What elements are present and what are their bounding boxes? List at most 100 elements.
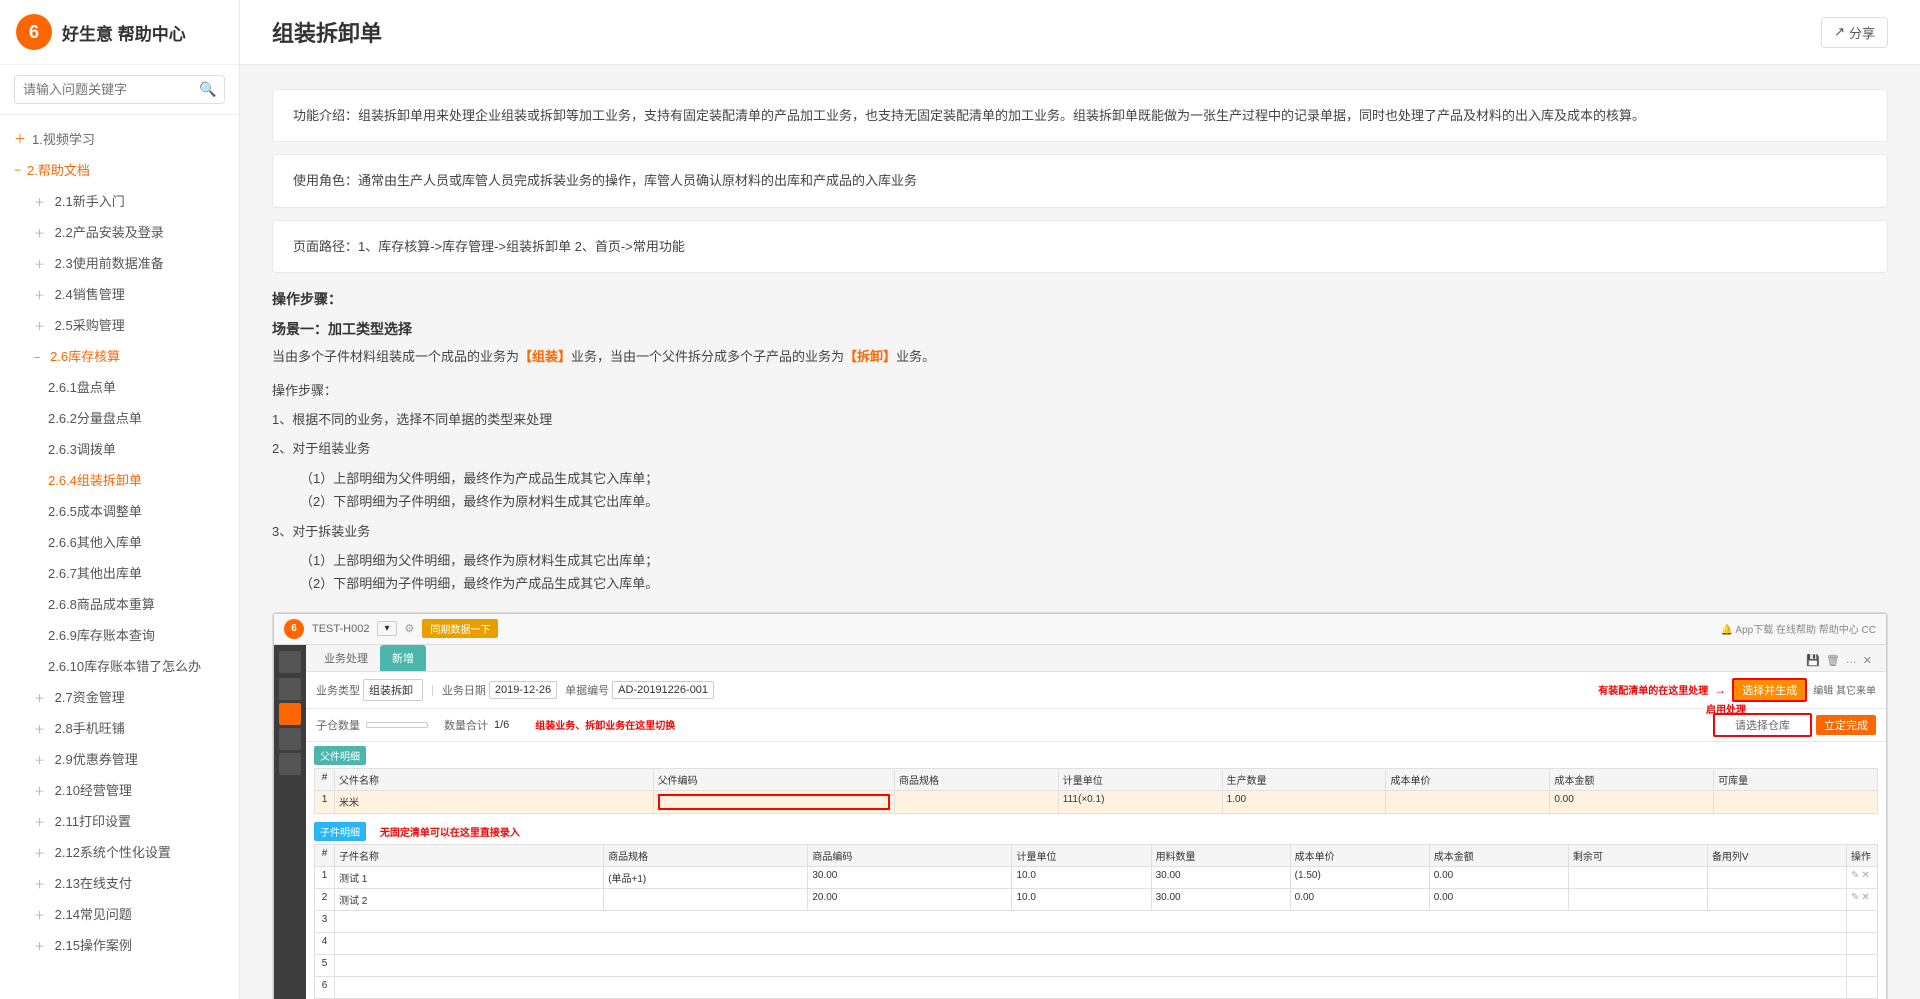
app-sync-icon: ⚙ xyxy=(405,622,415,635)
app-sidebar-icon-1 xyxy=(279,651,301,673)
sidebar-item-2-6-9[interactable]: 2.6.9库存账本查询 xyxy=(0,619,239,650)
form-date-value[interactable]: 2019-12-26 xyxy=(489,681,557,699)
app-tabs: 业务处理 新增 💾 🗑 … ✕ xyxy=(306,645,1886,672)
sidebar-item-2-13[interactable]: ＋ 2.13在线支付 xyxy=(0,867,239,898)
sub-cell-name-1: 测试 1 xyxy=(335,867,604,888)
sidebar-item-2-7[interactable]: ＋ 2.7资金管理 xyxy=(0,681,239,712)
store-select[interactable]: 请选择仓库 xyxy=(1713,713,1812,737)
sidebar-item-2-9[interactable]: ＋ 2.9优惠券管理 xyxy=(0,743,239,774)
sidebar-item-2-6-1[interactable]: 2.6.1盘点单 xyxy=(0,371,239,402)
sidebar-item-2-3[interactable]: ＋ 2.3使用前数据准备 xyxy=(0,247,239,278)
intro-text-2: 使用角色：通常由生产人员或库管人员完成拆装业务的操作，库管人员确认原材料的出库和… xyxy=(293,173,917,188)
minus-icon: − xyxy=(14,163,21,177)
cell-cost-u xyxy=(1386,791,1550,813)
logo-icon: 6 xyxy=(16,14,52,50)
form-type-value[interactable]: 组装拆卸 xyxy=(363,679,423,701)
label-2-9: 2.9优惠券管理 xyxy=(55,752,138,767)
sidebar-item-2-6[interactable]: − 2.6库存核算 xyxy=(0,340,239,371)
search-icon[interactable]: 🔍 xyxy=(199,81,216,98)
app-sidebar-icon-3 xyxy=(279,728,301,750)
sidebar-label-1: 1.视频学习 xyxy=(32,129,95,148)
sidebar-item-2-15[interactable]: ＋ 2.15操作案例 xyxy=(0,929,239,960)
label-2-13: 2.13在线支付 xyxy=(55,876,132,891)
app-body: 业务处理 新增 💾 🗑 … ✕ xyxy=(274,645,1886,999)
main-area: 组装拆卸单 ↗ 分享 功能介绍：组装拆卸单用来处理企业组装或拆卸等加工业务，支持… xyxy=(240,0,1920,999)
col-cost-unit: 成本单价 xyxy=(1386,769,1550,790)
intro-text-1: 功能介绍：组装拆卸单用来处理企业组装或拆卸等加工业务，支持有固定装配清单的产品加… xyxy=(293,108,1645,123)
plus-icon-2-11: ＋ xyxy=(34,817,45,829)
sub-cell-remain-2 xyxy=(1569,889,1708,910)
chevron-icon: ＋ xyxy=(14,130,26,147)
sidebar-item-2-6-10[interactable]: 2.6.10库存账本错了怎么办 xyxy=(0,650,239,681)
sub-row-3: 3 xyxy=(314,911,1878,933)
screenshot-container: 6 TEST-H002 ▾ ⚙ 同期数据一下 🔔 App下载 在线帮助 帮助中心… xyxy=(272,612,1888,999)
sub-cell-costa-2: 0.00 xyxy=(1430,889,1569,910)
store-selector-area: 请选择仓库 立定完成 xyxy=(1713,713,1876,737)
tab-new[interactable]: 新增 xyxy=(380,645,426,671)
sub-cell-name-2: 测试 2 xyxy=(335,889,604,910)
sub-cell-num-4: 4 xyxy=(315,933,335,954)
annotation-arrow-1: → xyxy=(1714,683,1726,697)
share-label: 分享 xyxy=(1849,23,1875,42)
search-box[interactable]: 🔍 xyxy=(14,75,225,104)
cell-qty: 1.00 xyxy=(1223,791,1387,813)
annotation-label-4: 无固定清单可以在这里直接录入 xyxy=(380,828,520,839)
sidebar-item-2[interactable]: − 2.帮助文档 xyxy=(0,154,239,185)
sidebar-label-2: 2.帮助文档 xyxy=(27,160,90,179)
sidebar-item-2-5[interactable]: ＋ 2.5采购管理 xyxy=(0,309,239,340)
share-button[interactable]: ↗ 分享 xyxy=(1821,17,1888,48)
sidebar-item-2-4[interactable]: ＋ 2.4销售管理 xyxy=(0,278,239,309)
label-2-3: 2.3使用前数据准备 xyxy=(55,256,164,271)
sidebar-item-2-11[interactable]: ＋ 2.11打印设置 xyxy=(0,805,239,836)
other-ops[interactable]: … xyxy=(1846,654,1857,667)
sidebar-item-2-8[interactable]: ＋ 2.8手机旺铺 xyxy=(0,712,239,743)
label-2-8: 2.8手机旺铺 xyxy=(55,721,125,736)
sidebar-item-2-6-8[interactable]: 2.6.8商品成本重算 xyxy=(0,588,239,619)
sub-col-name: 子件名称 xyxy=(335,845,604,866)
search-input[interactable] xyxy=(23,82,199,97)
sub-row-1: 1 测试 1 (单品+1) 30.00 10.0 30.00 (1.50) 0.… xyxy=(314,867,1878,889)
form-order-value[interactable]: AD-20191226-001 xyxy=(612,681,714,699)
sub-cell-empty-4 xyxy=(335,933,1847,954)
step2-1: （1）上部明细为父件明细，最终作为产成品生成其它入库单； xyxy=(272,467,1888,490)
form-order-label: 单据编号 xyxy=(565,682,609,698)
label-2-1: 2.1新手入门 xyxy=(55,194,125,209)
sub-col-remain: 剩余可 xyxy=(1569,845,1708,866)
delete-icon[interactable]: 🗑 xyxy=(1826,654,1840,667)
sub-cell-spec-2 xyxy=(604,889,808,910)
close-btn[interactable]: ✕ xyxy=(1863,654,1872,667)
sub-col-spec: 商品规格 xyxy=(604,845,808,866)
sidebar-item-2-6-2[interactable]: 2.6.2分量盘点单 xyxy=(0,402,239,433)
sidebar-item-2-12[interactable]: ＋ 2.12系统个性化设置 xyxy=(0,836,239,867)
sub-cell-ops-3 xyxy=(1847,911,1877,932)
sub-cell-unit-1: 10.0 xyxy=(1012,867,1151,888)
form-qty-value: 1/6 xyxy=(494,719,509,731)
plus-icon-2-3: ＋ xyxy=(34,259,45,271)
sidebar-item-2-6-5[interactable]: 2.6.5成本调整单 xyxy=(0,495,239,526)
sidebar-item-2-2[interactable]: ＋ 2.2产品安装及登录 xyxy=(0,216,239,247)
save-icon[interactable]: 💾 xyxy=(1806,654,1820,667)
page-title: 组装拆卸单 xyxy=(272,16,382,48)
confirm-btn[interactable]: 立定完成 xyxy=(1816,715,1876,735)
sidebar-item-2-10[interactable]: ＋ 2.10经营管理 xyxy=(0,774,239,805)
tab-business[interactable]: 业务处理 xyxy=(312,645,380,671)
sidebar-item-2-6-3[interactable]: 2.6.3调拨单 xyxy=(0,433,239,464)
sub-row-4: 4 xyxy=(314,933,1878,955)
sidebar-item-2-1[interactable]: ＋ 2.1新手入门 xyxy=(0,185,239,216)
scene1-label: 场景一：加工类型选择 xyxy=(272,321,412,337)
sub-cell-code-2: 20.00 xyxy=(808,889,1012,910)
plus-icon-2-10: ＋ xyxy=(34,786,45,798)
select-and-generate-btn[interactable]: 选择并生成 xyxy=(1732,678,1807,702)
col-cost-amt: 成本金额 xyxy=(1550,769,1714,790)
sidebar-item-2-14[interactable]: ＋ 2.14常见问题 xyxy=(0,898,239,929)
col-spec: 商品规格 xyxy=(895,769,1059,790)
sidebar-item-2-6-4[interactable]: 2.6.4组装拆卸单 xyxy=(0,464,239,495)
sub-cell-empty-6 xyxy=(335,977,1847,998)
steps-label: 操作步骤： xyxy=(272,379,1888,402)
sidebar-item-1[interactable]: ＋ 1.视频学习 xyxy=(0,123,239,154)
sidebar-item-2-6-6[interactable]: 2.6.6其他入库单 xyxy=(0,526,239,557)
sub-cell-num-5: 5 xyxy=(315,955,335,976)
form-store-input[interactable] xyxy=(366,722,428,728)
form-date-field: 业务日期 2019-12-26 xyxy=(442,681,557,699)
sidebar-item-2-6-7[interactable]: 2.6.7其他出库单 xyxy=(0,557,239,588)
